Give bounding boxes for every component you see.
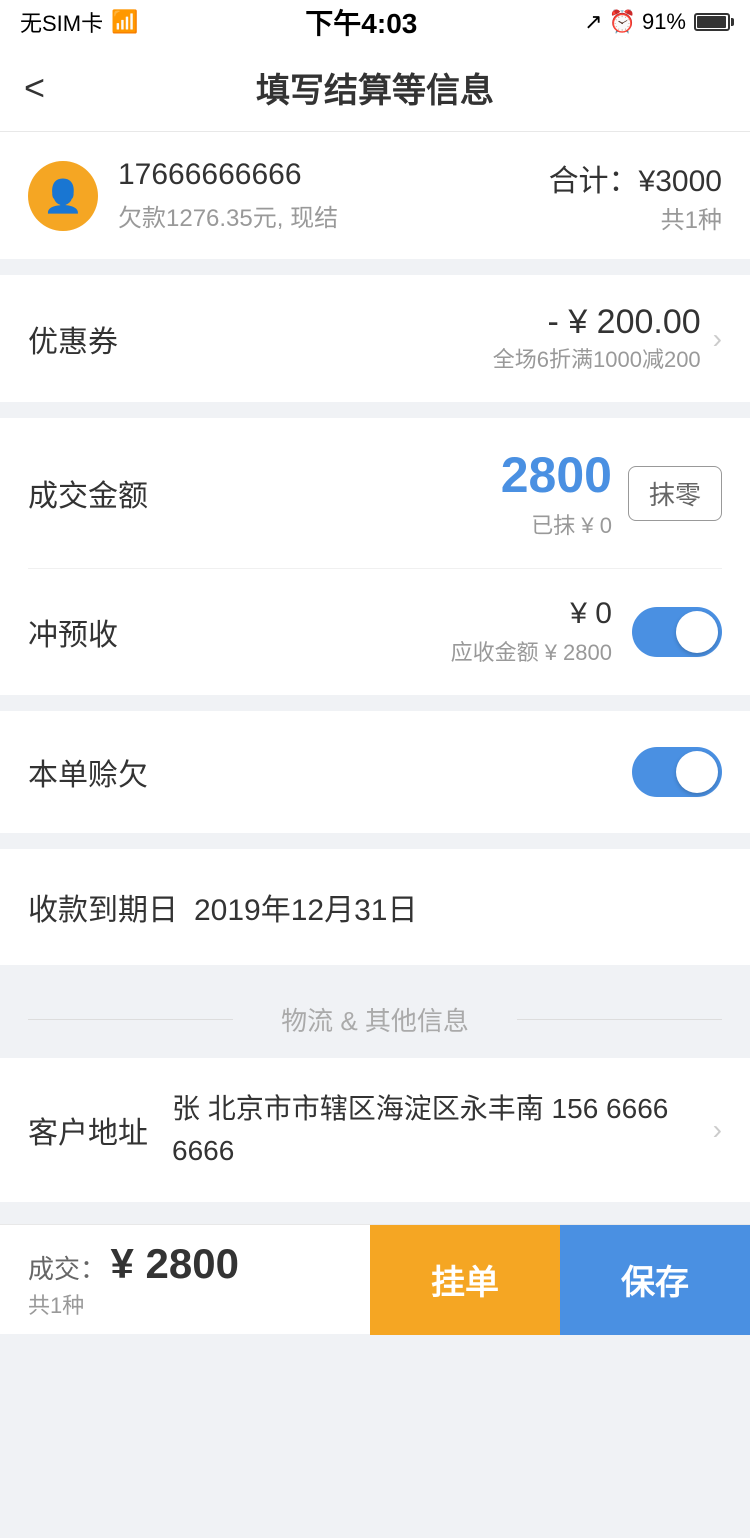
- deferred-toggle[interactable]: [632, 747, 722, 797]
- coupon-section: 优惠券 - ¥ 200.00 全场6折满1000减200 ›: [0, 275, 750, 402]
- hold-button[interactable]: 挂单: [370, 1225, 560, 1335]
- coupon-right: - ¥ 200.00 全场6折满1000减200 ›: [493, 303, 722, 374]
- total-count: 共1种: [549, 200, 722, 235]
- prepay-row: 冲预收 ¥ 0 应收金额 ¥ 2800: [28, 569, 722, 695]
- battery-percent: 91%: [642, 9, 686, 35]
- address-value: 张 北京市市辖区海淀区永丰南 156 6666 6666: [172, 1088, 705, 1172]
- status-bar: 无SIM卡 📶 下午4:03 ↗ ⏰ 91%: [0, 0, 750, 44]
- round-down-button[interactable]: 抹零: [628, 466, 722, 521]
- due-date-label: 收款到期日: [28, 885, 178, 929]
- status-right: ↗ ⏰ 91%: [584, 9, 730, 35]
- nav-bar: < 填写结算等信息: [0, 44, 750, 132]
- bottom-deal-label: 成交：: [28, 1254, 106, 1284]
- coupon-value-wrap: - ¥ 200.00 全场6折满1000减200: [493, 303, 701, 374]
- address-right: 张 北京市市辖区海淀区永丰南 156 6666 6666 ›: [172, 1088, 722, 1172]
- due-date-row: 收款到期日 2019年12月31日: [28, 849, 722, 965]
- deal-amount-sub: 已抹 ¥ 0: [501, 508, 612, 540]
- deal-amount-row: 成交金额 2800 已抹 ¥ 0 抹零: [28, 418, 722, 569]
- prepay-right: ¥ 0 应收金额 ¥ 2800: [451, 597, 722, 667]
- customer-left: 👤 17666666666 欠款1276.35元, 现结: [28, 158, 338, 233]
- avatar: 👤: [28, 161, 98, 231]
- sim-status: 无SIM卡: [20, 6, 103, 38]
- deal-amount-value: 2800: [501, 446, 612, 504]
- bottom-amount: ¥ 2800: [110, 1240, 238, 1287]
- customer-row: 👤 17666666666 欠款1276.35元, 现结 合计：¥3000 共1…: [0, 132, 750, 259]
- wifi-icon: 📶: [111, 9, 138, 35]
- page-title: 填写结算等信息: [256, 63, 494, 112]
- address-chevron-icon: ›: [713, 1114, 722, 1146]
- due-date-section: 收款到期日 2019年12月31日: [0, 849, 750, 965]
- bottom-count: 共1种: [28, 1288, 342, 1320]
- status-left: 无SIM卡 📶: [20, 6, 139, 38]
- back-button[interactable]: <: [24, 67, 45, 109]
- deferred-section: 本单赊欠: [0, 711, 750, 833]
- prepay-label: 冲预收: [28, 610, 118, 654]
- total-label: 合计：¥3000: [549, 156, 722, 200]
- bottom-summary: 成交： ¥ 2800 共1种: [0, 1240, 370, 1320]
- deferred-toggle-thumb: [676, 751, 718, 793]
- prepay-sub: 应收金额 ¥ 2800: [451, 635, 612, 667]
- bottom-deal-row: 成交： ¥ 2800: [28, 1240, 342, 1288]
- toggle-thumb: [676, 611, 718, 653]
- divider-label: 物流 & 其他信息: [281, 1001, 469, 1038]
- divider-line-left: [28, 1019, 233, 1020]
- prepay-wrap: ¥ 0 应收金额 ¥ 2800: [451, 597, 612, 667]
- customer-info: 17666666666 欠款1276.35元, 现结: [118, 158, 338, 233]
- location-icon: ↗: [584, 9, 602, 35]
- chevron-right-icon: ›: [713, 323, 722, 355]
- amount-section: 成交金额 2800 已抹 ¥ 0 抹零 冲预收 ¥ 0 应收金额 ¥ 2800: [0, 418, 750, 695]
- battery-icon: [694, 13, 730, 31]
- prepay-toggle[interactable]: [632, 607, 722, 657]
- save-button[interactable]: 保存: [560, 1225, 750, 1335]
- due-date-value: 2019年12月31日: [194, 885, 417, 929]
- avatar-icon: 👤: [43, 177, 83, 215]
- bottom-bar: 成交： ¥ 2800 共1种 挂单 保存: [0, 1224, 750, 1334]
- section-divider: 物流 & 其他信息: [0, 981, 750, 1058]
- address-row[interactable]: 客户地址 张 北京市市辖区海淀区永丰南 156 6666 6666 ›: [28, 1058, 722, 1202]
- customer-right: 合计：¥3000 共1种: [549, 156, 722, 235]
- coupon-subtext: 全场6折满1000减200: [493, 342, 701, 374]
- divider-line-right: [517, 1019, 722, 1020]
- customer-subtext: 欠款1276.35元, 现结: [118, 198, 338, 233]
- deal-amount-right: 2800 已抹 ¥ 0 抹零: [501, 446, 722, 540]
- status-time: 下午4:03: [305, 2, 417, 42]
- address-label: 客户地址: [28, 1108, 148, 1152]
- amount-wrap: 2800 已抹 ¥ 0: [501, 446, 612, 540]
- coupon-label: 优惠券: [28, 317, 118, 361]
- address-section: 客户地址 张 北京市市辖区海淀区永丰南 156 6666 6666 ›: [0, 1058, 750, 1202]
- customer-phone: 17666666666: [118, 158, 338, 192]
- coupon-row[interactable]: 优惠券 - ¥ 200.00 全场6折满1000减200 ›: [0, 275, 750, 402]
- deal-amount-label: 成交金额: [28, 471, 148, 515]
- alarm-icon: ⏰: [609, 9, 636, 35]
- prepay-value: ¥ 0: [451, 597, 612, 631]
- deferred-row: 本单赊欠: [28, 711, 722, 833]
- coupon-discount: - ¥ 200.00: [493, 303, 701, 342]
- deferred-label: 本单赊欠: [28, 750, 148, 794]
